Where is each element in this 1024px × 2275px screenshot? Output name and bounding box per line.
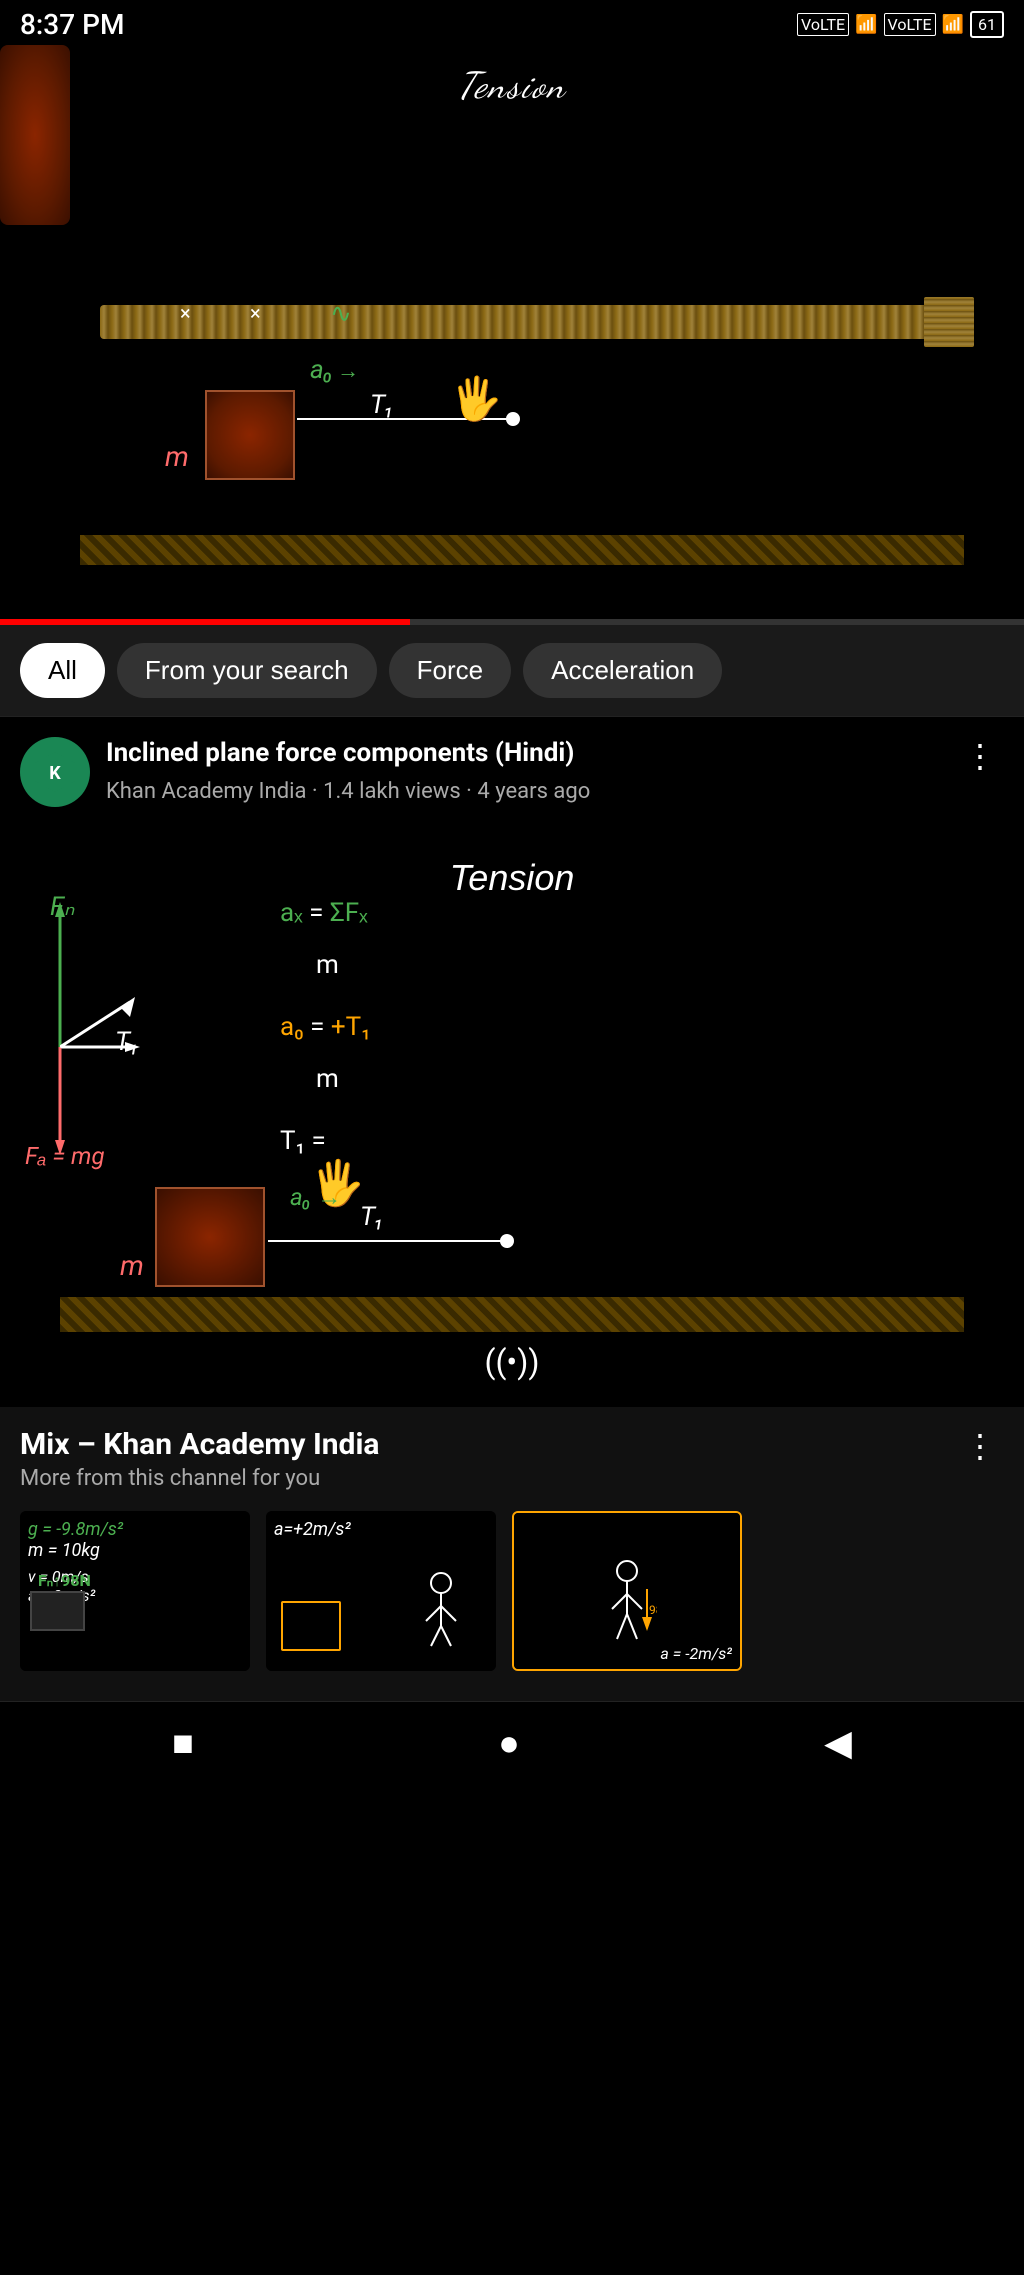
status-icons: VoLTE 📶 VoLTE 📶 61	[797, 11, 1004, 38]
mix-title: Mix – Khan Academy India	[20, 1427, 379, 1462]
video-title: Inclined plane force components (Hindi)	[106, 737, 940, 771]
video-canvas: Tension × × ∿ a₀ → m T₁ 🖐	[0, 45, 1024, 625]
chips-row: All From your search Force Acceleration	[0, 625, 1024, 716]
tension-dot-top	[506, 412, 520, 426]
sv-ground	[60, 1297, 964, 1332]
t1-label-top: T₁	[370, 390, 394, 470]
status-time: 8:37 PM	[20, 8, 124, 41]
mix-subtitle: More from this channel for you	[20, 1466, 379, 1491]
thumb-item-3[interactable]: 98N a = -2m/s²	[512, 1511, 742, 1671]
ground-bar-top	[80, 535, 964, 565]
second-video-thumbnail[interactable]: Tension Fₙ T₁ Fₐ = mg aₓ = ΣFₓm a₀ = +T₁…	[0, 827, 1024, 1407]
thumb-img-2: a=+2m/s²	[266, 1511, 496, 1671]
rope-x2: ×	[250, 301, 261, 325]
sv-a0-label: a₀ →	[290, 1183, 341, 1212]
mix-title-area: Mix – Khan Academy India More from this …	[20, 1427, 379, 1491]
sv-tension-line	[268, 1240, 508, 1242]
eq-ax: aₓ = ΣFₓm	[280, 887, 371, 991]
thumb2-block	[281, 1601, 341, 1651]
thumb1-fn-arrow: Fₙ↑98N	[38, 1571, 91, 1591]
thumb-item-2[interactable]: a=+2m/s²	[266, 1511, 496, 1671]
chip-from-search[interactable]: From your search	[117, 643, 377, 698]
nav-square-button[interactable]: ■	[172, 1722, 194, 1764]
channel-logo: K	[30, 747, 80, 797]
channel-name: Khan Academy India	[106, 779, 306, 804]
thumb-img-3: 98N a = -2m/s²	[512, 1511, 742, 1671]
volte-icon-2: VoLTE	[884, 13, 936, 36]
thumb1-line2: m = 10kg	[28, 1540, 242, 1561]
mix-more-button[interactable]: ⋮	[956, 1427, 1004, 1465]
eq-a0: a₀ = +T₁m	[280, 1001, 371, 1105]
wifi-overlay: ((•))	[461, 1337, 564, 1387]
m-label-top: m	[165, 440, 189, 520]
thumb3-eq: a = -2m/s²	[660, 1644, 732, 1663]
signal-icon-2: 📶	[942, 14, 964, 35]
block-red	[205, 390, 295, 480]
rope-end-right	[924, 297, 974, 347]
navigation-bar: ■ ● ◀	[0, 1701, 1024, 1784]
progress-bar-fill	[0, 619, 410, 625]
thumb3-stick: 98N	[597, 1559, 657, 1649]
progress-bar-bg	[0, 619, 1024, 625]
time-ago: 4 years ago	[477, 779, 590, 804]
rope-x1: ×	[180, 301, 191, 325]
battery-icon: 61	[970, 11, 1004, 38]
meta-separator1: ·	[312, 779, 323, 804]
spring-symbol: ∿	[330, 299, 352, 329]
chip-all[interactable]: All	[20, 643, 105, 698]
sv-dot	[500, 1234, 514, 1248]
thumb1-block	[30, 1591, 85, 1631]
sv-t1-label-bottom: T₁	[360, 1202, 384, 1232]
svg-text:98N: 98N	[649, 1603, 657, 1617]
nav-back-button[interactable]: ◀	[824, 1722, 852, 1764]
sv-m-label: m	[120, 1249, 144, 1282]
svg-text:K: K	[49, 763, 61, 784]
view-count: 1.4 lakh views	[323, 779, 461, 804]
sv-block	[155, 1187, 265, 1287]
fn-label: Fₙ	[50, 892, 74, 922]
second-video-inner: Tension Fₙ T₁ Fₐ = mg aₓ = ΣFₓm a₀ = +T₁…	[0, 827, 1024, 1407]
main-block	[205, 390, 295, 480]
meta-separator2: ·	[466, 779, 477, 804]
thumb1-line1: g = -9.8m/s²	[28, 1519, 242, 1540]
a0-label-top: a₀ →	[310, 355, 359, 385]
volte-icon: VoLTE	[797, 13, 849, 36]
t1-arrow-svg	[60, 992, 140, 1052]
chip-acceleration[interactable]: Acceleration	[523, 643, 722, 698]
mix-header: Mix – Khan Academy India More from this …	[20, 1427, 1004, 1491]
status-bar: 8:37 PM VoLTE 📶 VoLTE 📶 61	[0, 0, 1024, 45]
thumbnails-row: g = -9.8m/s² m = 10kg v = 0m/s a = 0m/s²…	[20, 1491, 1004, 1681]
mix-section: Mix – Khan Academy India More from this …	[0, 1407, 1024, 1701]
chip-force[interactable]: Force	[389, 643, 511, 698]
sv-tension-title: Tension	[0, 827, 1024, 899]
hammer-head	[0, 45, 70, 225]
fg-label: Fₐ = mg	[25, 1142, 105, 1171]
tension-title-top: Tension	[0, 45, 1024, 108]
cursor-hand-top: 🖐	[450, 375, 502, 424]
channel-avatar[interactable]: K	[20, 737, 90, 807]
nav-home-button[interactable]: ●	[498, 1722, 520, 1764]
thumb-img-1: g = -9.8m/s² m = 10kg v = 0m/s a = 0m/s²…	[20, 1511, 250, 1671]
thumb2-eq: a=+2m/s²	[274, 1519, 488, 1540]
video-info: Inclined plane force components (Hindi) …	[106, 737, 940, 804]
thumb-item-1[interactable]: g = -9.8m/s² m = 10kg v = 0m/s a = 0m/s²…	[20, 1511, 250, 1671]
rope-horizontal: × × ∿	[100, 305, 964, 339]
signal-icon-1: 📶	[855, 14, 877, 35]
equations-section: aₓ = ΣFₓm a₀ = +T₁m T₁ =	[280, 887, 371, 1167]
video-card[interactable]: K Inclined plane force components (Hindi…	[0, 716, 1024, 827]
video-meta: Khan Academy India · 1.4 lakh views · 4 …	[106, 779, 940, 804]
thumb2-stick	[416, 1571, 466, 1651]
top-video-thumbnail[interactable]: Tension × × ∿ a₀ → m T₁ 🖐	[0, 45, 1024, 625]
more-options-button[interactable]: ⋮	[956, 737, 1004, 775]
